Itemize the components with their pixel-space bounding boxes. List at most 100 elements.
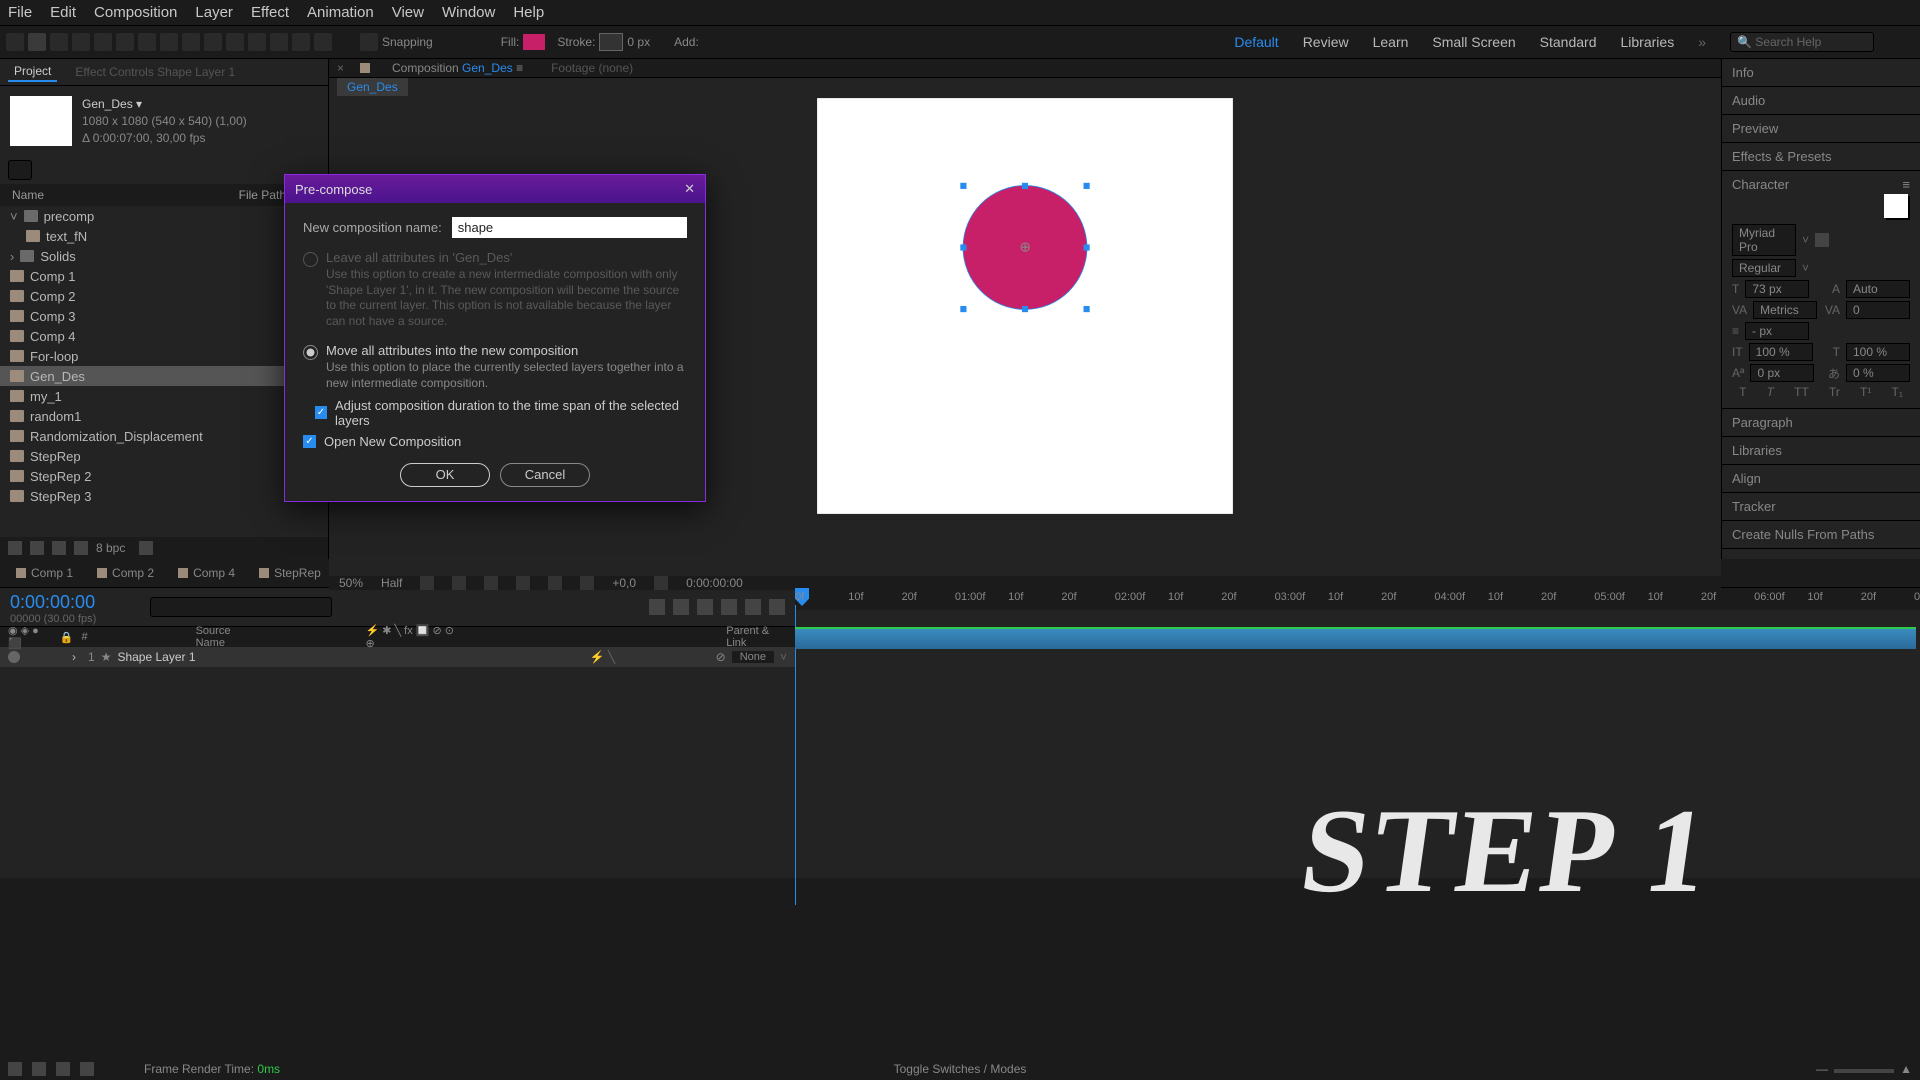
panel-info[interactable]: Info [1722,59,1920,87]
ok-button[interactable]: OK [400,463,490,487]
menu-effect[interactable]: Effect [251,4,289,21]
panel-preview[interactable]: Preview [1722,115,1920,143]
home-tool[interactable] [6,33,24,51]
zoom-slider[interactable] [1834,1069,1894,1073]
menu-edit[interactable]: Edit [50,4,76,21]
workspace-review[interactable]: Review [1303,34,1349,50]
workspace-small-screen[interactable]: Small Screen [1432,34,1515,50]
mask-icon[interactable] [452,576,466,590]
close-icon[interactable]: ✕ [684,181,695,197]
new-comp-input[interactable] [452,217,687,238]
footage-tab[interactable]: Footage (none) [545,59,639,77]
menu-composition[interactable]: Composition [94,4,177,21]
workspace-libraries[interactable]: Libraries [1621,34,1675,50]
tl-icon-6[interactable] [769,599,785,615]
transparency-icon[interactable] [516,576,530,590]
canvas[interactable]: ⊕ [817,98,1233,514]
parent-dropdown[interactable]: None [732,651,774,663]
tl-icon-2[interactable] [673,599,689,615]
cancel-button[interactable]: Cancel [500,463,590,487]
panel-effects-&-presets[interactable]: Effects & Presets [1722,143,1920,171]
roto-tool[interactable] [292,33,310,51]
toggle-switches[interactable]: Toggle Switches / Modes [894,1062,1027,1076]
tl-icon-4[interactable] [721,599,737,615]
handle-tc[interactable] [1022,183,1028,189]
layer-name[interactable]: Shape Layer 1 [117,650,583,664]
project-item[interactable]: Comp 1 [0,266,328,286]
panel-audio[interactable]: Audio [1722,87,1920,115]
comp-tab[interactable]: Comp 2 [87,563,164,583]
panel-paragraph[interactable]: Paragraph [1722,409,1920,437]
layer-row[interactable]: › 1 ★ Shape Layer 1 ⚡ ╲ ⊘ None ˅ [0,647,795,667]
layer-bar[interactable] [795,627,1916,649]
folder-icon[interactable] [30,541,44,555]
tl-icon-1[interactable] [649,599,665,615]
interpret-icon[interactable] [8,541,22,555]
comp-tab[interactable]: StepRep [249,563,331,583]
res-dropdown[interactable]: Half [381,576,402,590]
handle-br[interactable] [1084,306,1090,312]
project-item[interactable]: text_fN [0,226,328,246]
orbit-tool[interactable] [94,33,112,51]
project-item[interactable]: StepRep [0,446,328,466]
panel-tracker[interactable]: Tracker [1722,493,1920,521]
timeline-search[interactable] [150,597,332,617]
help-search[interactable]: 🔍 Search Help [1730,32,1874,52]
project-item[interactable]: Comp 4 [0,326,328,346]
project-item[interactable]: ˅precomp [0,206,328,226]
panel-character[interactable]: Character≡Myriad Pro˅Regular˅T73 pxAAuto… [1722,171,1920,409]
project-item[interactable]: For-loop [0,346,328,366]
project-item[interactable]: random1 [0,406,328,426]
snapshot-icon[interactable] [654,576,668,590]
zoom-dropdown[interactable]: 50% [339,576,363,590]
trash-icon[interactable] [139,541,153,555]
stroke-swatch[interactable] [599,33,623,51]
handle-bc[interactable] [1022,306,1028,312]
snapping-label[interactable]: Snapping [382,35,433,49]
hand-tool[interactable] [50,33,68,51]
brush-tool[interactable] [226,33,244,51]
project-item[interactable]: Randomization_Displacement [0,426,328,446]
menu-animation[interactable]: Animation [307,4,374,21]
menu-help[interactable]: Help [513,4,544,21]
project-item[interactable]: Comp 2 [0,286,328,306]
project-item[interactable]: ›Solids [0,246,328,266]
menu-window[interactable]: Window [442,4,495,21]
sb-icon-1[interactable] [8,1062,22,1076]
comp-tab[interactable]: Comp 1 [6,563,83,583]
handle-tl[interactable] [960,183,966,189]
checkbox-open[interactable]: ✓ [303,435,316,448]
project-search[interactable] [8,160,32,180]
project-item[interactable]: my_1 [0,386,328,406]
panel-align[interactable]: Align [1722,465,1920,493]
panel-create-nulls-from-paths[interactable]: Create Nulls From Paths [1722,521,1920,549]
menu-file[interactable]: File [8,4,32,21]
workspace-standard[interactable]: Standard [1540,34,1597,50]
breadcrumb[interactable]: Gen_Des [337,78,408,96]
stroke-width[interactable]: 0 px [627,35,650,49]
menu-layer[interactable]: Layer [195,4,233,21]
bpc-label[interactable]: 8 bpc [96,541,125,555]
comp-tab-label[interactable]: Composition Gen_Des ≡ [386,59,529,77]
checkbox-adjust[interactable]: ✓ [315,406,327,419]
handle-ml[interactable] [960,245,966,251]
fill-swatch[interactable] [523,34,545,50]
project-item[interactable]: StepRep 2 [0,466,328,486]
clone-tool[interactable] [248,33,266,51]
rect-tool[interactable] [160,33,178,51]
project-tab[interactable]: Project [8,62,57,82]
type-tool[interactable] [204,33,222,51]
rotate-tool[interactable] [116,33,134,51]
visibility-icon[interactable] [8,651,20,663]
tl-icon-5[interactable] [745,599,761,615]
workspace-default[interactable]: Default [1234,34,1278,50]
selection-tool[interactable] [28,33,46,51]
handle-mr[interactable] [1084,245,1090,251]
zoom-tool[interactable] [72,33,90,51]
project-tree[interactable]: ˅precomptext_fN›SolidsComp 1Comp 2Comp 3… [0,206,328,537]
handle-tr[interactable] [1084,183,1090,189]
exposure[interactable]: +0,0 [612,576,636,590]
radio-move[interactable] [303,345,318,360]
add-label[interactable]: Add: [674,35,699,49]
project-item[interactable]: Gen_Des [0,366,328,386]
